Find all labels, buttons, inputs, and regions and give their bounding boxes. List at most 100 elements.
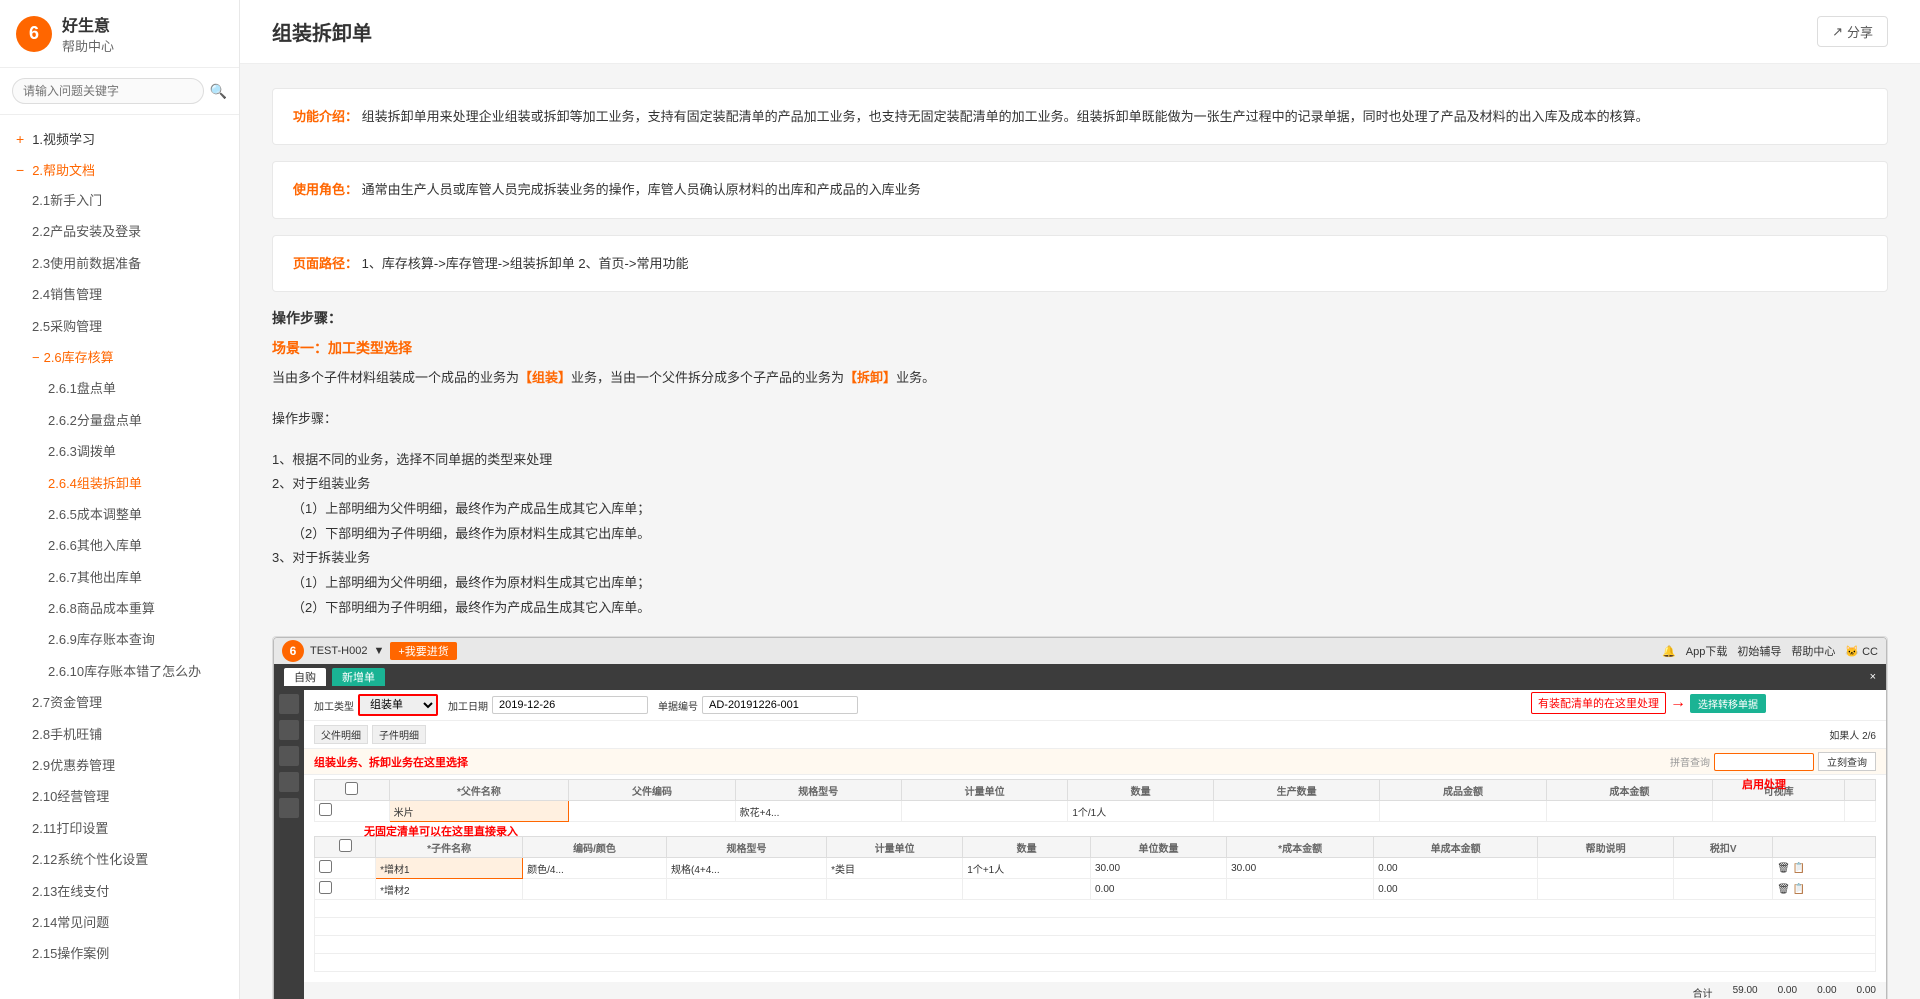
intro-label: 功能介绍： <box>293 109 358 124</box>
col-parent-prod-qty: 生产数量 <box>1213 780 1379 801</box>
select-all-upper[interactable] <box>345 782 358 795</box>
sidebar-item-sales[interactable]: 2.4销售管理 <box>0 279 239 310</box>
sidebar-item-install[interactable]: 2.2产品安装及登录 <box>0 216 239 247</box>
lower-qty-2 <box>963 879 1091 900</box>
sidebar-item-inventory[interactable]: −2.6库存核算 <box>0 342 239 373</box>
annotation-enable-label: 启用处理 <box>1742 776 1786 792</box>
lower-tax-1 <box>1674 858 1773 879</box>
lower-spec-2 <box>666 879 826 900</box>
step1: 1、根据不同的业务，选择不同单据的类型来处理 <box>272 448 1888 473</box>
mock-number-label: 单据编号 <box>658 698 698 713</box>
footer-val-1: 59.00 <box>1733 985 1758 999</box>
sidebar-item-cost-adjust[interactable]: 2.6.5成本调整单 <box>0 499 239 530</box>
sidebar-item-mobile[interactable]: 2.8手机旺铺 <box>0 719 239 750</box>
lower-uqty-1: 30.00 <box>1090 858 1226 879</box>
col-parent-unit: 计量单位 <box>901 780 1067 801</box>
sidebar-item-customize[interactable]: 2.12系统个性化设置 <box>0 844 239 875</box>
search-input[interactable] <box>12 78 204 104</box>
sidebar-item-docs[interactable]: − 2.帮助文档 <box>0 154 239 185</box>
sidebar-item-print[interactable]: 2.11打印设置 <box>0 813 239 844</box>
mock-confirm-btn[interactable]: 选择转移单据 <box>1690 694 1766 713</box>
mock-type-select[interactable]: 组装单 拆卸单 <box>358 694 438 716</box>
mock-nav-icon-1[interactable] <box>279 694 299 714</box>
sidebar-nav: + 1.视频学习 − 2.帮助文档 2.1新手入门 2.2产品安装及登录 2.3… <box>0 115 239 999</box>
mock-nav-icon-4[interactable] <box>279 772 299 792</box>
col-l-unit-cost: 单成本金额 <box>1374 837 1538 858</box>
lower-tax-2 <box>1674 879 1773 900</box>
sidebar-item-coupon[interactable]: 2.9优惠券管理 <box>0 750 239 781</box>
mock-date-field: 加工日期 <box>448 696 648 714</box>
upper-check-1[interactable] <box>319 803 332 816</box>
sidebar-item-video[interactable]: + 1.视频学习 <box>0 123 239 154</box>
lower-help-2 <box>1538 879 1674 900</box>
step2-1: （1）上部明细为父件明细，最终作为产成品生成其它入库单； <box>292 497 1888 522</box>
mock-row-right: 如果人 2/6 <box>1829 727 1876 742</box>
sidebar-item-faq[interactable]: 2.14常见问题 <box>0 907 239 938</box>
sidebar-item-finance[interactable]: 2.7资金管理 <box>0 687 239 718</box>
share-button[interactable]: ↗ 分享 <box>1817 16 1888 47</box>
lower-row-4 <box>315 918 1876 936</box>
mock-subtab-upper[interactable]: 父件明细 <box>314 725 368 744</box>
mock-close-icon[interactable]: × <box>1870 671 1876 683</box>
mock-search-hint: 拼音查询 <box>1670 754 1710 769</box>
sidebar-item-purchase[interactable]: 2.5采购管理 <box>0 311 239 342</box>
upper-code-1[interactable] <box>569 801 735 822</box>
mock-upper-table-area: *父件名称 父件编码 规格型号 计量单位 数量 生产数量 成品金额 成本金额 可 <box>304 775 1886 832</box>
mock-search-input[interactable] <box>1714 753 1814 771</box>
sidebar-item-transfer[interactable]: 2.6.3调拨单 <box>0 436 239 467</box>
path-label: 页面路径： <box>293 256 358 271</box>
mock-number-input[interactable] <box>702 696 858 714</box>
logo-subtitle: 帮助中心 <box>62 36 114 55</box>
sidebar-item-data-prep[interactable]: 2.3使用前数据准备 <box>0 248 239 279</box>
mock-search-btn[interactable]: 立刻查询 <box>1818 752 1876 771</box>
lower-name-1[interactable]: *增材1 <box>376 858 523 879</box>
annotation-config-area: 有装配清单的在这里处理 → 选择转移单据 <box>1531 692 1766 714</box>
annotation-config-text: 有装配清单的在这里处理 <box>1531 692 1666 714</box>
select-all-lower[interactable] <box>339 839 352 852</box>
mock-add-btn[interactable]: +我要进货 <box>390 642 456 660</box>
content-area: 功能介绍： 组装拆卸单用来处理企业组装或拆卸等加工业务，支持有固定装配清单的产品… <box>240 64 1920 999</box>
lower-row-3 <box>315 900 1876 918</box>
scene-desc: 当由多个子件材料组装成一个成品的业务为【组装】业务，当由一个父件拆分成多个子产品… <box>272 366 1888 391</box>
screenshot-container: 6 TEST-H002 ▼ +我要进货 🔔 App下载 初始辅导 帮助中心 🐱 … <box>272 636 1888 999</box>
col-parent-op <box>1845 780 1876 801</box>
mock-tab-first[interactable]: 自购 <box>284 668 326 686</box>
step2: 2、对于组装业务 <box>272 472 1888 497</box>
search-icon[interactable]: 🔍 <box>210 83 227 100</box>
step3: 3、对于拆装业务 <box>272 546 1888 571</box>
sidebar-item-newbie[interactable]: 2.1新手入门 <box>0 185 239 216</box>
step3-2: （2）下部明细为子件明细，最终作为产成品生成其它入库单。 <box>292 596 1888 621</box>
mock-annotation-row: 组装业务、拆卸业务在这里选择 拼音查询 立刻查询 启用处理 <box>304 749 1886 775</box>
upper-op-1 <box>1845 801 1876 822</box>
sidebar-item-partial-stocktake[interactable]: 2.6.2分量盘点单 <box>0 405 239 436</box>
sidebar-item-ledger-query[interactable]: 2.6.9库存账本查询 <box>0 624 239 655</box>
mock-date-input[interactable] <box>492 696 648 714</box>
lower-unit-1: *类目 <box>827 858 963 879</box>
sidebar-item-other-out[interactable]: 2.6.7其他出库单 <box>0 562 239 593</box>
mock-type-label: 加工类型 <box>314 698 354 713</box>
sidebar-item-ops-mgmt[interactable]: 2.10经营管理 <box>0 781 239 812</box>
sidebar-item-stocktake[interactable]: 2.6.1盘点单 <box>0 373 239 404</box>
lower-row-1: *增材1 颜色/4... 规格(4+4... *类目 1个+1人 30.00 3… <box>315 858 1876 879</box>
lower-check-2[interactable] <box>319 881 332 894</box>
mock-tab-second[interactable]: 新增单 <box>332 668 385 686</box>
sidebar-item-assembly[interactable]: 2.6.4组装拆卸单 <box>0 468 239 499</box>
sidebar-item-cases[interactable]: 2.15操作案例 <box>0 938 239 969</box>
sidebar-item-ledger-fix[interactable]: 2.6.10库存账本错了怎么办 <box>0 656 239 687</box>
mock-nav-icon-2[interactable] <box>279 720 299 740</box>
col-l-unit: 计量单位 <box>827 837 963 858</box>
lower-op-1: 🗑 📋 <box>1773 858 1876 879</box>
lower-op-2: 🗑 📋 <box>1773 879 1876 900</box>
upper-name-1[interactable]: 米片 <box>389 801 569 822</box>
sidebar-item-payment[interactable]: 2.13在线支付 <box>0 876 239 907</box>
step2-2: （2）下部明细为子件明细，最终作为原材料生成其它出库单。 <box>292 522 1888 547</box>
lower-row-5 <box>315 936 1876 954</box>
mock-nav-icon-3[interactable] <box>279 746 299 766</box>
sidebar-item-cost-recalc[interactable]: 2.6.8商品成本重算 <box>0 593 239 624</box>
col-l-help: 帮助说明 <box>1538 837 1674 858</box>
mock-nav-icon-5[interactable] <box>279 798 299 818</box>
search-box[interactable]: 🔍 <box>0 68 239 115</box>
sidebar-item-other-in[interactable]: 2.6.6其他入库单 <box>0 530 239 561</box>
lower-check-1[interactable] <box>319 860 332 873</box>
mock-subtab-lower[interactable]: 子件明细 <box>372 725 426 744</box>
